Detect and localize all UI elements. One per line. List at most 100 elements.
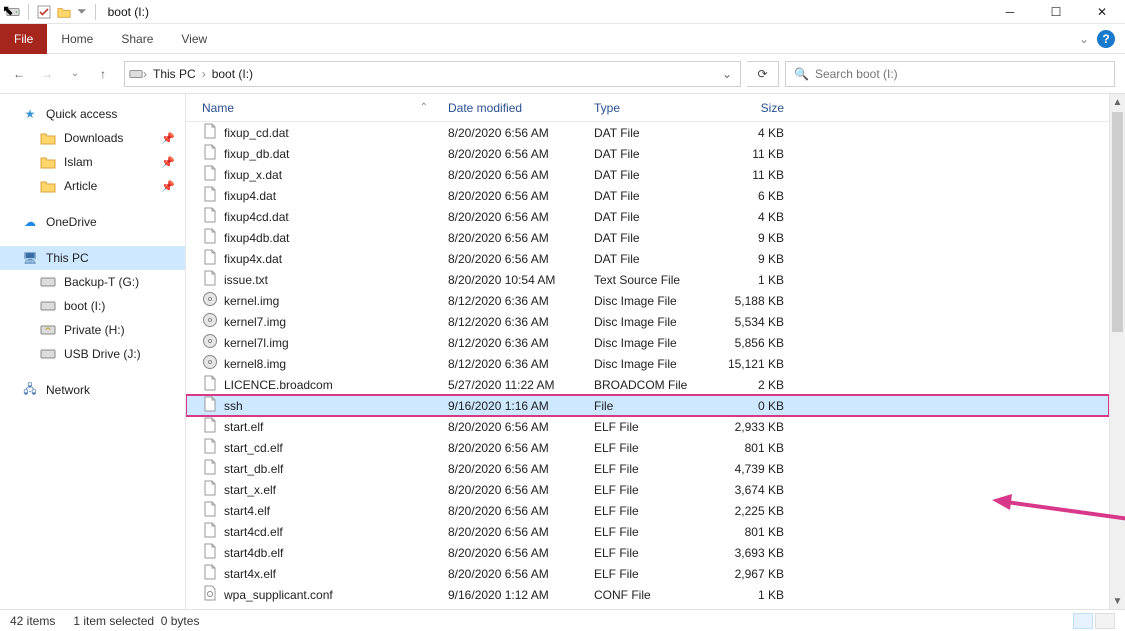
- file-row[interactable]: fixup_cd.dat8/20/2020 6:56 AMDAT File4 K…: [186, 122, 1109, 143]
- file-row[interactable]: kernel8.img8/12/2020 6:36 AMDisc Image F…: [186, 353, 1109, 374]
- ribbon-expand-icon[interactable]: ⌄: [1079, 32, 1089, 46]
- ribbon-tab-home[interactable]: Home: [47, 24, 107, 54]
- file-icon: [202, 207, 218, 226]
- forward-button[interactable]: →: [36, 63, 58, 85]
- search-input[interactable]: [815, 67, 1106, 81]
- file-row[interactable]: fixup4db.dat8/20/2020 6:56 AMDAT File9 K…: [186, 227, 1109, 248]
- file-size: 2,967 KB: [712, 567, 784, 581]
- breadcrumb-root[interactable]: This PC: [147, 62, 202, 86]
- column-name[interactable]: Name⌃: [202, 101, 448, 115]
- minimize-button[interactable]: ─: [987, 0, 1033, 24]
- nav-bar: ← → ⌄ ↑ › This PC › boot (I:) ⌄ ⟳ 🔍: [0, 54, 1125, 94]
- file-icon: [202, 396, 218, 415]
- file-list: fixup_cd.dat8/20/2020 6:56 AMDAT File4 K…: [186, 122, 1109, 609]
- vertical-scrollbar[interactable]: ▲ ▼: [1109, 94, 1125, 609]
- scroll-down-icon[interactable]: ▼: [1110, 593, 1125, 609]
- file-row[interactable]: start_x.elf8/20/2020 6:56 AMELF File3,67…: [186, 479, 1109, 500]
- ribbon-tab-view[interactable]: View: [167, 24, 221, 54]
- file-size: 4,739 KB: [712, 462, 784, 476]
- file-row[interactable]: start4cd.elf8/20/2020 6:56 AMELF File801…: [186, 521, 1109, 542]
- view-icons-button[interactable]: [1095, 613, 1115, 629]
- file-date: 8/12/2020 6:36 AM: [448, 336, 594, 350]
- back-button[interactable]: ←: [8, 63, 30, 85]
- file-row[interactable]: fixup4.dat8/20/2020 6:56 AMDAT File6 KB: [186, 185, 1109, 206]
- file-row[interactable]: start_db.elf8/20/2020 6:56 AMELF File4,7…: [186, 458, 1109, 479]
- quick-access-toolbar: ⏷: [0, 4, 104, 20]
- file-icon: [202, 375, 218, 394]
- checkbox-icon[interactable]: [37, 5, 51, 19]
- help-button[interactable]: ?: [1097, 30, 1115, 48]
- file-date: 8/20/2020 6:56 AM: [448, 168, 594, 182]
- scroll-thumb[interactable]: [1112, 112, 1123, 332]
- file-size: 5,188 KB: [712, 294, 784, 308]
- file-date: 8/20/2020 6:56 AM: [448, 210, 594, 224]
- close-button[interactable]: ✕: [1079, 0, 1125, 24]
- sidebar-item-downloads[interactable]: Downloads 📌: [0, 126, 185, 150]
- file-row[interactable]: start4x.elf8/20/2020 6:56 AMELF File2,96…: [186, 563, 1109, 584]
- view-details-button[interactable]: [1073, 613, 1093, 629]
- ribbon-tab-share[interactable]: Share: [107, 24, 167, 54]
- file-row[interactable]: start_cd.elf8/20/2020 6:56 AMELF File801…: [186, 437, 1109, 458]
- breadcrumb-current[interactable]: boot (I:): [206, 62, 259, 86]
- address-dropdown-icon[interactable]: ⌄: [722, 67, 732, 81]
- sidebar-network[interactable]: 🖧 Network: [0, 378, 185, 402]
- sidebar-this-pc[interactable]: 🖥 This PC: [0, 246, 185, 270]
- file-name: wpa_supplicant.conf: [224, 588, 333, 602]
- ribbon-tab-file[interactable]: File: [0, 24, 47, 54]
- search-box[interactable]: 🔍: [785, 61, 1115, 87]
- file-row[interactable]: kernel.img8/12/2020 6:36 AMDisc Image Fi…: [186, 290, 1109, 311]
- file-row[interactable]: LICENCE.broadcom5/27/2020 11:22 AMBROADC…: [186, 374, 1109, 395]
- scroll-up-icon[interactable]: ▲: [1110, 94, 1125, 110]
- file-date: 9/16/2020 1:16 AM: [448, 399, 594, 413]
- file-row[interactable]: fixup4x.dat8/20/2020 6:56 AMDAT File9 KB: [186, 248, 1109, 269]
- file-type: DAT File: [594, 126, 712, 140]
- sidebar-quick-access[interactable]: ★ Quick access: [0, 102, 185, 126]
- column-date[interactable]: Date modified: [448, 101, 594, 115]
- file-row[interactable]: wpa_supplicant.conf9/16/2020 1:12 AMCONF…: [186, 584, 1109, 605]
- sidebar-label: OneDrive: [46, 215, 97, 229]
- column-type[interactable]: Type: [594, 101, 712, 115]
- file-icon: [202, 480, 218, 499]
- sidebar-drive-backup[interactable]: Backup-T (G:): [0, 270, 185, 294]
- file-row[interactable]: fixup_db.dat8/20/2020 6:56 AMDAT File11 …: [186, 143, 1109, 164]
- file-row[interactable]: start4.elf8/20/2020 6:56 AMELF File2,225…: [186, 500, 1109, 521]
- qat-chevron-icon[interactable]: ⏷: [77, 4, 87, 19]
- recent-chevron-icon[interactable]: ⌄: [64, 63, 86, 85]
- column-size[interactable]: Size: [712, 101, 784, 115]
- file-row[interactable]: start.elf8/20/2020 6:56 AMELF File2,933 …: [186, 416, 1109, 437]
- sidebar-label: This PC: [46, 251, 89, 265]
- file-type: ELF File: [594, 441, 712, 455]
- file-size: 2,225 KB: [712, 504, 784, 518]
- drive-icon: [129, 67, 143, 81]
- file-row[interactable]: kernel7.img8/12/2020 6:36 AMDisc Image F…: [186, 311, 1109, 332]
- file-row[interactable]: fixup_x.dat8/20/2020 6:56 AMDAT File11 K…: [186, 164, 1109, 185]
- file-row[interactable]: issue.txt8/20/2020 10:54 AMText Source F…: [186, 269, 1109, 290]
- maximize-button[interactable]: ☐: [1033, 0, 1079, 24]
- file-type: Disc Image File: [594, 315, 712, 329]
- file-size: 6 KB: [712, 189, 784, 203]
- file-row[interactable]: fixup4cd.dat8/20/2020 6:56 AMDAT File4 K…: [186, 206, 1109, 227]
- sidebar-drive-boot[interactable]: boot (I:): [0, 294, 185, 318]
- address-bar[interactable]: › This PC › boot (I:) ⌄: [124, 61, 741, 87]
- star-icon: ★: [22, 106, 38, 122]
- sidebar-label: Backup-T (G:): [64, 275, 139, 289]
- file-name: fixup4cd.dat: [224, 210, 289, 224]
- refresh-button[interactable]: ⟳: [747, 61, 779, 87]
- file-name: LICENCE.broadcom: [224, 378, 333, 392]
- file-name: start4.elf: [224, 504, 270, 518]
- file-date: 8/20/2020 6:56 AM: [448, 525, 594, 539]
- file-name: fixup_cd.dat: [224, 126, 289, 140]
- file-row[interactable]: ssh9/16/2020 1:16 AMFile0 KB: [186, 395, 1109, 416]
- sidebar-drive-private[interactable]: Private (H:): [0, 318, 185, 342]
- file-name: kernel.img: [224, 294, 279, 308]
- file-row[interactable]: start4db.elf8/20/2020 6:56 AMELF File3,6…: [186, 542, 1109, 563]
- file-type: DAT File: [594, 168, 712, 182]
- up-button[interactable]: ↑: [92, 63, 114, 85]
- status-bar: 42 items 1 item selected 0 bytes: [0, 609, 1125, 631]
- sidebar-item-islam[interactable]: Islam 📌: [0, 150, 185, 174]
- sidebar-item-article[interactable]: Article 📌: [0, 174, 185, 198]
- sidebar-drive-usb[interactable]: USB Drive (J:): [0, 342, 185, 366]
- file-icon: [202, 333, 218, 352]
- sidebar-onedrive[interactable]: ☁ OneDrive: [0, 210, 185, 234]
- file-row[interactable]: kernel7l.img8/12/2020 6:36 AMDisc Image …: [186, 332, 1109, 353]
